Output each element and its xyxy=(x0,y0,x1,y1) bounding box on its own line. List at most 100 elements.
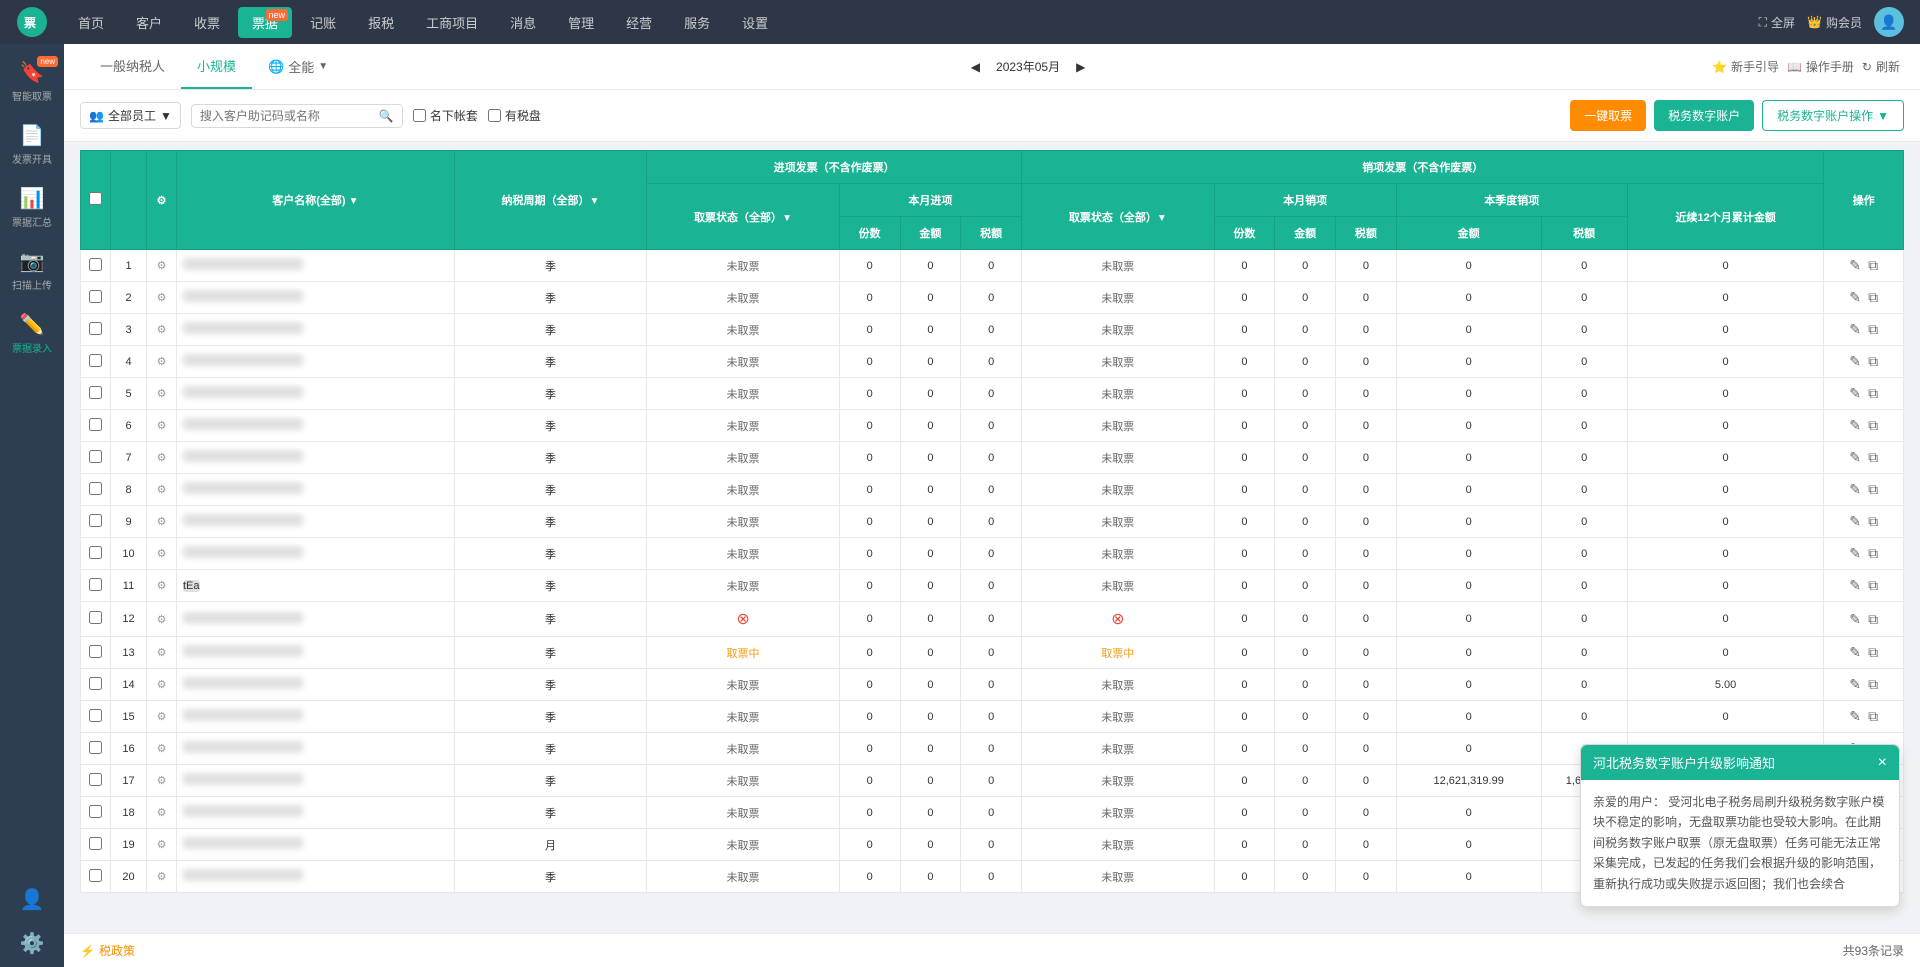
edit-icon[interactable]: ✎ xyxy=(1849,611,1861,627)
cell-checkbox[interactable] xyxy=(81,250,111,282)
has-tax-disk-checkbox[interactable] xyxy=(488,109,501,122)
tab-general-taxpayer[interactable]: 一般纳税人 xyxy=(84,44,181,89)
row-checkbox[interactable] xyxy=(89,322,102,335)
row-checkbox[interactable] xyxy=(89,677,102,690)
cell-settings[interactable]: ⚙ xyxy=(147,314,177,346)
copy-icon[interactable]: ⧉ xyxy=(1868,545,1878,561)
edit-icon[interactable]: ✎ xyxy=(1849,708,1861,724)
cell-settings[interactable]: ⚙ xyxy=(147,538,177,570)
one-click-fetch-btn[interactable]: 一键取票 xyxy=(1570,100,1646,131)
date-prev-btn[interactable]: ◀ xyxy=(971,60,980,74)
row-checkbox[interactable] xyxy=(89,611,102,624)
edit-icon[interactable]: ✎ xyxy=(1849,257,1861,273)
cell-settings[interactable]: ⚙ xyxy=(147,765,177,797)
row-checkbox[interactable] xyxy=(89,773,102,786)
cell-checkbox[interactable] xyxy=(81,314,111,346)
row-checkbox[interactable] xyxy=(89,741,102,754)
tab-small-scale[interactable]: 小规模 xyxy=(181,44,252,89)
checkbox-my-accounts[interactable]: 名下帐套 xyxy=(413,107,478,124)
edit-icon[interactable]: ✎ xyxy=(1849,676,1861,692)
nav-accounting[interactable]: 记账 xyxy=(296,7,350,38)
cell-settings[interactable]: ⚙ xyxy=(147,861,177,893)
nav-tax[interactable]: 报税 xyxy=(354,7,408,38)
cell-settings[interactable]: ⚙ xyxy=(147,797,177,829)
nav-manage[interactable]: 管理 xyxy=(554,7,608,38)
sidebar-item-invoice-summary[interactable]: 📊 票据汇总 xyxy=(0,178,64,237)
edit-icon[interactable]: ✎ xyxy=(1849,321,1861,337)
row-checkbox[interactable] xyxy=(89,709,102,722)
employee-filter[interactable]: 👥 全部员工 ▼ xyxy=(80,102,181,129)
cell-checkbox[interactable] xyxy=(81,797,111,829)
cell-settings[interactable]: ⚙ xyxy=(147,346,177,378)
nav-invoice[interactable]: 票据 new xyxy=(238,7,292,38)
cell-checkbox[interactable] xyxy=(81,861,111,893)
edit-icon[interactable]: ✎ xyxy=(1849,577,1861,593)
select-all-checkbox[interactable] xyxy=(89,192,102,205)
cell-checkbox[interactable] xyxy=(81,733,111,765)
row-checkbox[interactable] xyxy=(89,418,102,431)
copy-icon[interactable]: ⧉ xyxy=(1868,289,1878,305)
cell-checkbox[interactable] xyxy=(81,602,111,637)
copy-icon[interactable]: ⧉ xyxy=(1868,353,1878,369)
cell-checkbox[interactable] xyxy=(81,506,111,538)
row-checkbox[interactable] xyxy=(89,354,102,367)
sidebar-item-smart-fetch[interactable]: 🔖 智能取票 new xyxy=(0,52,64,111)
copy-icon[interactable]: ⧉ xyxy=(1868,513,1878,529)
copy-icon[interactable]: ⧉ xyxy=(1868,449,1878,465)
cell-checkbox[interactable] xyxy=(81,378,111,410)
copy-icon[interactable]: ⧉ xyxy=(1868,321,1878,337)
nav-receive[interactable]: 收票 xyxy=(180,7,234,38)
row-checkbox[interactable] xyxy=(89,837,102,850)
nav-operation[interactable]: 经营 xyxy=(612,7,666,38)
cell-settings[interactable]: ⚙ xyxy=(147,474,177,506)
fullscreen-btn[interactable]: ⛶ 全屏 xyxy=(1759,14,1795,31)
edit-icon[interactable]: ✎ xyxy=(1849,545,1861,561)
cell-checkbox[interactable] xyxy=(81,701,111,733)
user-avatar[interactable]: 👤 xyxy=(1874,7,1904,37)
tax-digital-ops-btn[interactable]: 税务数字账户操作 ▼ xyxy=(1762,100,1904,131)
th-client-name[interactable]: 客户名称(全部) ▼ xyxy=(177,151,455,250)
cell-settings[interactable]: ⚙ xyxy=(147,637,177,669)
edit-icon[interactable]: ✎ xyxy=(1849,417,1861,433)
th-tax-period[interactable]: 纳税周期（全部）▼ xyxy=(454,151,647,250)
cell-checkbox[interactable] xyxy=(81,570,111,602)
cell-settings[interactable]: ⚙ xyxy=(147,378,177,410)
nav-message[interactable]: 消息 xyxy=(496,7,550,38)
copy-icon[interactable]: ⧉ xyxy=(1868,417,1878,433)
copy-icon[interactable]: ⧉ xyxy=(1868,676,1878,692)
copy-icon[interactable]: ⧉ xyxy=(1868,644,1878,660)
search-button[interactable]: 🔍 xyxy=(371,104,403,128)
cell-settings[interactable]: ⚙ xyxy=(147,701,177,733)
cell-settings[interactable]: ⚙ xyxy=(147,602,177,637)
row-checkbox[interactable] xyxy=(89,258,102,271)
cell-settings[interactable]: ⚙ xyxy=(147,733,177,765)
cell-checkbox[interactable] xyxy=(81,282,111,314)
my-accounts-checkbox[interactable] xyxy=(413,109,426,122)
nav-business[interactable]: 工商项目 xyxy=(412,7,492,38)
edit-icon[interactable]: ✎ xyxy=(1849,481,1861,497)
cell-settings[interactable]: ⚙ xyxy=(147,570,177,602)
cell-checkbox[interactable] xyxy=(81,538,111,570)
copy-icon[interactable]: ⧉ xyxy=(1868,385,1878,401)
cell-checkbox[interactable] xyxy=(81,765,111,797)
cell-checkbox[interactable] xyxy=(81,410,111,442)
edit-icon[interactable]: ✎ xyxy=(1849,644,1861,660)
cell-settings[interactable]: ⚙ xyxy=(147,250,177,282)
row-checkbox[interactable] xyxy=(89,869,102,882)
cell-settings[interactable]: ⚙ xyxy=(147,410,177,442)
sidebar-item-invoice-entry[interactable]: ✏️ 票据录入 xyxy=(0,304,64,363)
row-checkbox[interactable] xyxy=(89,290,102,303)
manual-btn[interactable]: 📖 操作手册 xyxy=(1787,58,1854,75)
tab-all-capability[interactable]: 🌐 全能 ▼ xyxy=(252,45,344,88)
nav-client[interactable]: 客户 xyxy=(122,7,176,38)
cell-settings[interactable]: ⚙ xyxy=(147,829,177,861)
row-checkbox[interactable] xyxy=(89,386,102,399)
tax-policy-link[interactable]: ⚡ 税政策 xyxy=(80,942,135,959)
th-in-status[interactable]: 取票状态（全部）▼ xyxy=(647,184,840,250)
row-checkbox[interactable] xyxy=(89,578,102,591)
row-checkbox[interactable] xyxy=(89,482,102,495)
cell-settings[interactable]: ⚙ xyxy=(147,442,177,474)
edit-icon[interactable]: ✎ xyxy=(1849,289,1861,305)
cell-settings[interactable]: ⚙ xyxy=(147,506,177,538)
nav-home[interactable]: 首页 xyxy=(64,7,118,38)
